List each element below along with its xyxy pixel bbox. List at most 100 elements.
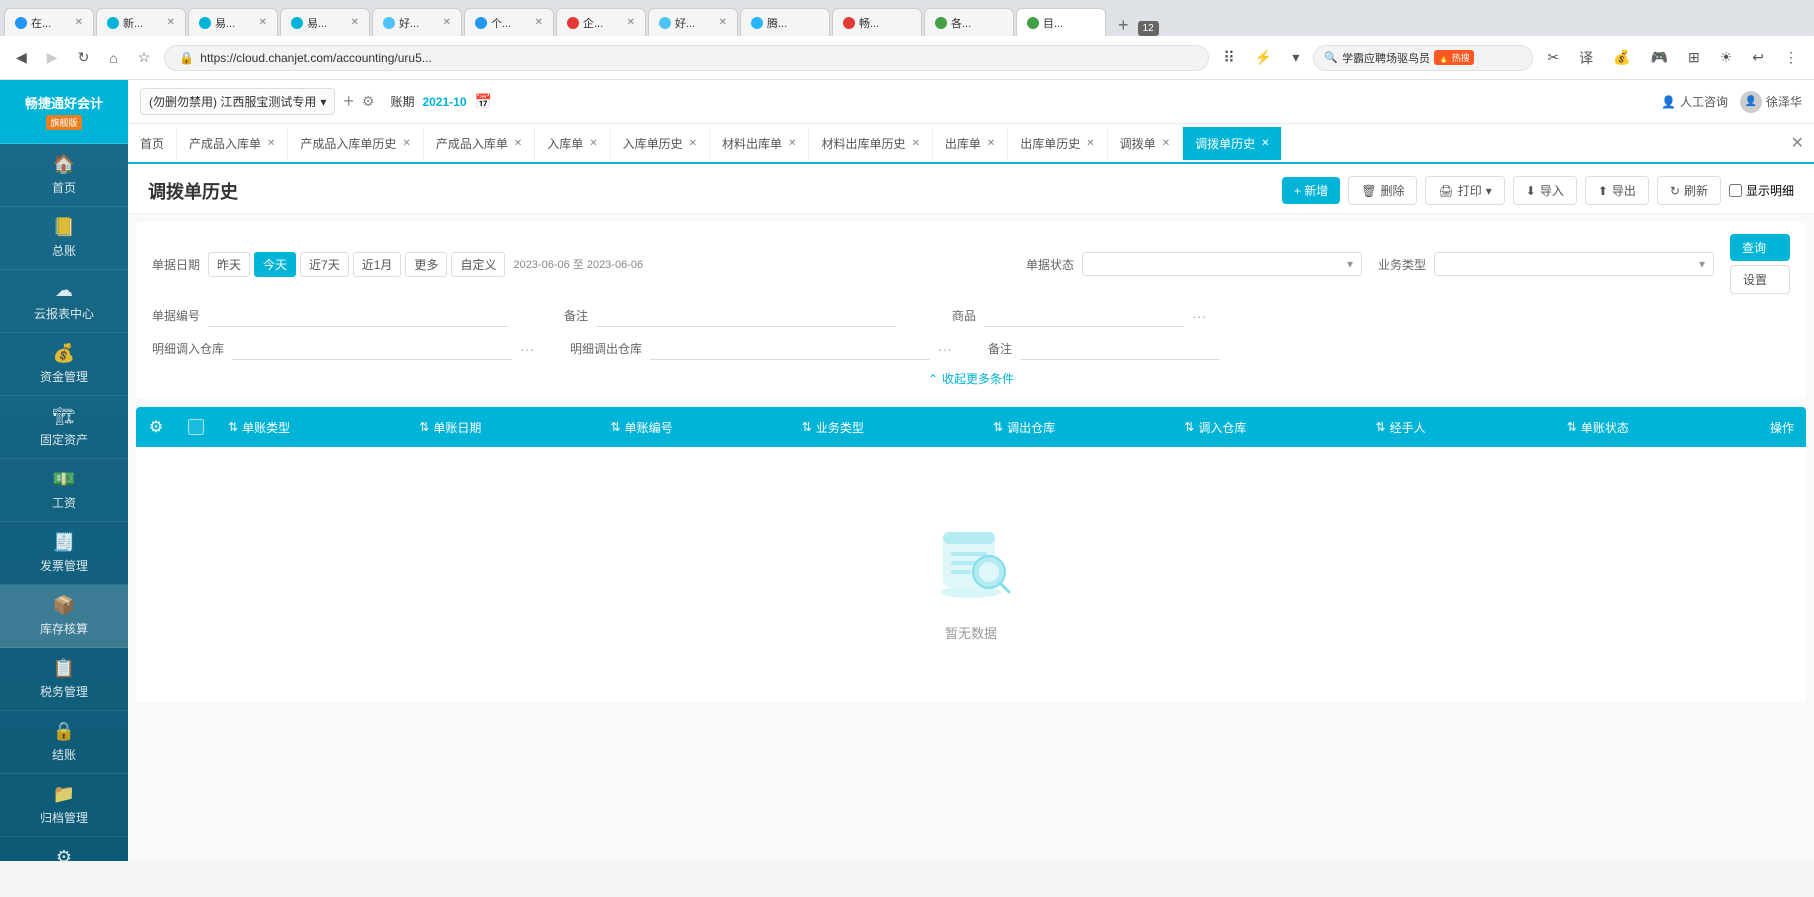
date-yesterday-btn[interactable]: 昨天 (208, 252, 250, 277)
new-record-btn[interactable]: + 新增 (1282, 177, 1340, 204)
browser-tab-5[interactable]: 好... ✕ (372, 8, 462, 36)
sidebar-item-base[interactable]: ⚙ 基础设置 (0, 837, 128, 861)
home-btn[interactable]: ⌂ (103, 46, 123, 70)
brightness-btn[interactable]: ☀ (1714, 45, 1739, 70)
tab2-close[interactable]: ✕ (167, 17, 175, 28)
sidebar-item-archive[interactable]: 📁 归档管理 (0, 774, 128, 837)
tab-home[interactable]: 首页 (128, 127, 177, 160)
consultant-btn[interactable]: 👤 人工咨询 (1661, 93, 1728, 110)
tab1-close[interactable]: ✕ (75, 17, 83, 28)
browser-search[interactable]: 🔍 学霸应聘场驱鸟员 🔥 热搜 (1313, 45, 1533, 71)
browser-tab-10[interactable]: 畅... (832, 8, 922, 36)
tab-stock-in[interactable]: 入库单 ✕ (535, 127, 610, 160)
detail-in-more-btn[interactable]: ··· (520, 341, 534, 357)
delete-btn[interactable]: 🗑 删除 (1348, 176, 1417, 205)
sidebar-item-invoice[interactable]: 🧾 发票管理 (0, 522, 128, 585)
tab-product-in-hist[interactable]: 产成品入库单历史 ✕ (288, 127, 423, 160)
tab-product-in-close[interactable]: ✕ (267, 138, 275, 149)
th-type[interactable]: ⇅ 单账类型 (216, 411, 407, 444)
date-7days-btn[interactable]: 近7天 (300, 252, 349, 277)
sidebar-item-fixed-assets[interactable]: 🏗 固定资产 (0, 396, 128, 459)
browser-tab-7[interactable]: 企... ✕ (556, 8, 646, 36)
export-btn[interactable]: ⬆ 导出 (1585, 176, 1649, 205)
th-handler[interactable]: ⇅ 经手人 (1364, 411, 1555, 444)
settings-filter-btn[interactable]: 设置 (1730, 265, 1790, 294)
dropdown-btn[interactable]: ▾ (1286, 45, 1305, 70)
tab-transfer-hist-close[interactable]: ✕ (1261, 138, 1269, 149)
tab-product-in-hist-close[interactable]: ✕ (402, 138, 410, 149)
tab5-close[interactable]: ✕ (443, 17, 451, 28)
date-custom-btn[interactable]: 自定义 (451, 252, 505, 277)
tab7-close[interactable]: ✕ (627, 17, 635, 28)
refresh-records-btn[interactable]: ↻ 刷新 (1657, 176, 1721, 205)
menu-btn[interactable]: ⋮ (1778, 45, 1804, 70)
sidebar-item-stock[interactable]: 📦 库存核算 (0, 585, 128, 648)
query-btn[interactable]: 查询 (1730, 234, 1790, 261)
browser-tab-4[interactable]: 易... ✕ (280, 8, 370, 36)
tab-transfer-hist[interactable]: 调拨单历史 ✕ (1183, 127, 1282, 160)
date-more-btn[interactable]: 更多 (405, 252, 447, 277)
back-btn[interactable]: ◀ (10, 45, 33, 70)
tab-material-out-close[interactable]: ✕ (788, 138, 796, 149)
tab-nav-close-all[interactable]: ✕ (1781, 133, 1814, 153)
biz-type-filter-select[interactable]: ▾ (1434, 252, 1714, 276)
th-biz-type[interactable]: ⇅ 业务类型 (790, 411, 981, 444)
company-selector[interactable]: (勿删勿禁用) 江西服宝测试专用 ▾ (140, 88, 335, 115)
tab-material-out-hist-close[interactable]: ✕ (911, 138, 919, 149)
tab4-close[interactable]: ✕ (351, 17, 359, 28)
display-cols-checkbox[interactable]: 显示明细 (1729, 182, 1794, 199)
tab-stock-out-hist-close[interactable]: ✕ (1086, 138, 1094, 149)
remark2-filter-input[interactable] (1020, 337, 1220, 360)
collapse-filter-btn[interactable]: ⌃ 收起更多条件 (152, 370, 1790, 387)
sidebar-item-salary[interactable]: 💵 工资 (0, 459, 128, 522)
translate-btn[interactable]: 译 (1573, 44, 1599, 72)
th-date[interactable]: ⇅ 单账日期 (407, 411, 598, 444)
sidebar-item-cloud-report[interactable]: ☁ 云报表中心 (0, 270, 128, 333)
browser-tab-3[interactable]: 易... ✕ (188, 8, 278, 36)
tab-product-in[interactable]: 产成品入库单 ✕ (177, 127, 288, 160)
period-selector[interactable]: 账期 2021-10 📅 (390, 93, 492, 110)
th-in-wh[interactable]: ⇅ 调入仓库 (1172, 411, 1363, 444)
date-today-btn[interactable]: 今天 (254, 252, 296, 277)
number-filter-input[interactable] (208, 304, 508, 327)
tab-material-out-hist[interactable]: 材料出库单历史 ✕ (809, 127, 932, 160)
tab-product-in2-close[interactable]: ✕ (514, 138, 522, 149)
refresh-btn[interactable]: ↻ (72, 45, 96, 70)
sidebar-item-home[interactable]: 🏠 首页 (0, 144, 128, 207)
tab-material-out[interactable]: 材料出库单 ✕ (710, 127, 809, 160)
th-number[interactable]: ⇅ 单账编号 (599, 411, 790, 444)
address-bar[interactable]: 🔒 https://cloud.chanjet.com/accounting/u… (164, 45, 1209, 71)
tab-transfer[interactable]: 调拨单 ✕ (1108, 127, 1183, 160)
browser-tab-12[interactable]: 目... (1016, 8, 1106, 36)
select-all-checkbox[interactable] (188, 419, 204, 435)
browser-tab-9[interactable]: 腾... (740, 8, 830, 36)
th-out-wh[interactable]: ⇅ 调出仓库 (981, 411, 1172, 444)
tab-product-in2[interactable]: 产成品入库单 ✕ (424, 127, 535, 160)
extensions-btn[interactable]: ⠿ (1217, 44, 1241, 72)
forward-btn[interactable]: ▶ (41, 45, 64, 70)
tab-stock-out-close[interactable]: ✕ (987, 138, 995, 149)
tab-stock-out[interactable]: 出库单 ✕ (933, 127, 1008, 160)
detail-out-filter-input[interactable] (650, 337, 930, 360)
sidebar-item-capital[interactable]: 💰 资金管理 (0, 333, 128, 396)
browser-tab-2[interactable]: 新... ✕ (96, 8, 186, 36)
scissors-btn[interactable]: ✂ (1541, 45, 1565, 70)
grid-btn[interactable]: ⊞ (1682, 45, 1706, 70)
sidebar-item-ledger[interactable]: 📒 总账 (0, 207, 128, 270)
remark-filter-input[interactable] (596, 304, 896, 327)
wallet-btn[interactable]: 💰 (1607, 45, 1636, 70)
sidebar-item-tax[interactable]: 📋 税务管理 (0, 648, 128, 711)
browser-tab-11[interactable]: 各... (924, 8, 1014, 36)
tab-transfer-close[interactable]: ✕ (1162, 138, 1170, 149)
goods-more-btn[interactable]: ··· (1192, 308, 1206, 324)
status-filter-select[interactable]: ▾ (1082, 252, 1362, 276)
sidebar-item-closing[interactable]: 🔒 结账 (0, 711, 128, 774)
detail-in-filter-input[interactable] (232, 337, 512, 360)
star-btn[interactable]: ☆ (132, 45, 157, 70)
th-status[interactable]: ⇅ 单账状态 (1555, 411, 1746, 444)
game-btn[interactable]: 🎮 (1645, 45, 1674, 70)
th-checkbox[interactable] (176, 411, 216, 443)
date-1month-btn[interactable]: 近1月 (353, 252, 402, 277)
tab-stock-in-hist[interactable]: 入库单历史 ✕ (611, 127, 710, 160)
tab-stock-in-close[interactable]: ✕ (589, 138, 597, 149)
